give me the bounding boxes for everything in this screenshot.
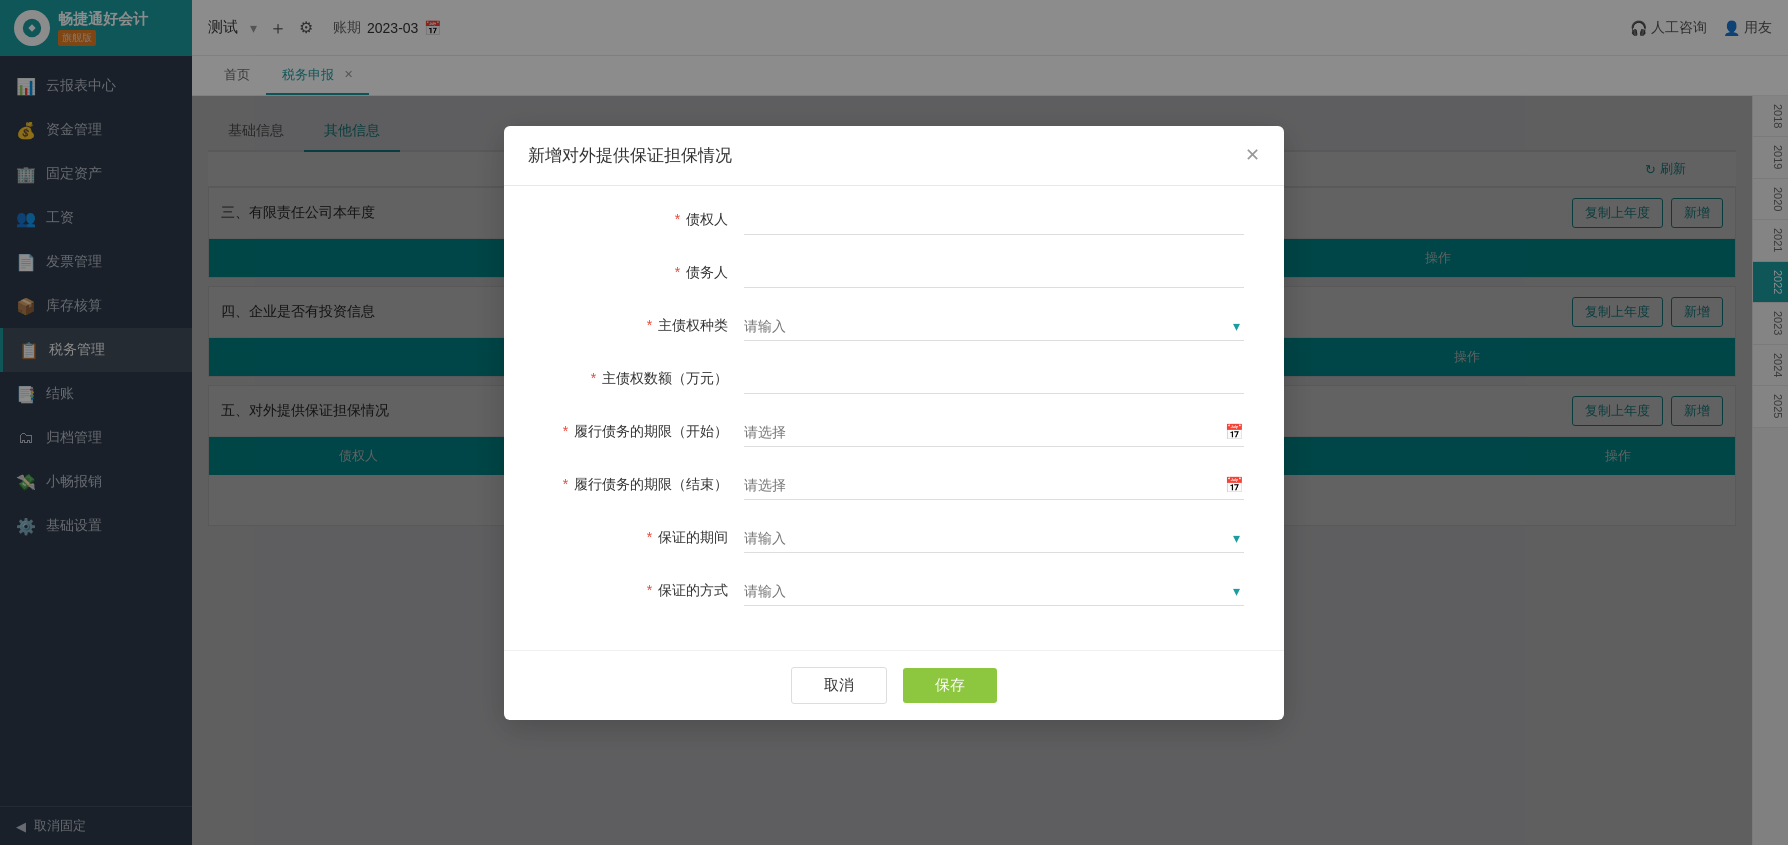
date-end-calendar-icon[interactable]: 📅 xyxy=(1225,476,1244,494)
modal-close-button[interactable]: ✕ xyxy=(1245,146,1260,164)
save-button[interactable]: 保存 xyxy=(903,668,997,703)
modal-footer: 取消 保存 xyxy=(504,650,1284,720)
form-row-guarantee-period: * 保证的期间 ▾ xyxy=(544,524,1244,553)
form-label-debt-end: * 履行债务的期限（结束） xyxy=(544,476,744,494)
form-label-debtor: * 债务人 xyxy=(544,264,744,282)
guarantee-period-input[interactable] xyxy=(744,524,1229,552)
form-label-guarantee-period: * 保证的期间 xyxy=(544,529,744,547)
form-input-wrap-creditor xyxy=(744,206,1244,235)
debt-type-input[interactable] xyxy=(744,312,1229,340)
debt-type-chevron-icon[interactable]: ▾ xyxy=(1229,318,1244,334)
form-row-debtor: * 债务人 xyxy=(544,259,1244,288)
debtor-input[interactable] xyxy=(744,259,1244,288)
form-row-debt-start: * 履行债务的期限（开始） 📅 xyxy=(544,418,1244,447)
debt-amount-input[interactable] xyxy=(744,365,1244,394)
cancel-button[interactable]: 取消 xyxy=(791,667,887,704)
form-date-wrap-start: 📅 xyxy=(744,418,1244,447)
form-input-wrap-debt-amount xyxy=(744,365,1244,394)
form-label-creditor: * 债权人 xyxy=(544,211,744,229)
modal: 新增对外提供保证担保情况 ✕ * 债权人 xyxy=(504,126,1284,720)
form-select-wrap-guarantee-period: ▾ xyxy=(744,524,1244,553)
guarantee-method-chevron-icon[interactable]: ▾ xyxy=(1229,583,1244,599)
form-row-debt-end: * 履行债务的期限（结束） 📅 xyxy=(544,471,1244,500)
form-row-creditor: * 债权人 xyxy=(544,206,1244,235)
modal-title: 新增对外提供保证担保情况 xyxy=(528,144,732,167)
guarantee-period-chevron-icon[interactable]: ▾ xyxy=(1229,530,1244,546)
modal-header: 新增对外提供保证担保情况 ✕ xyxy=(504,126,1284,186)
form-label-debt-type: * 主债权种类 xyxy=(544,317,744,335)
main-area: 测试 ▾ ＋ ⚙ 账期 2023-03 📅 🎧 人工咨询 👤 用友 xyxy=(192,0,1788,845)
debt-end-input[interactable] xyxy=(744,471,1225,499)
form-row-debt-type: * 主债权种类 ▾ xyxy=(544,312,1244,341)
form-row-debt-amount: * 主债权数额（万元） xyxy=(544,365,1244,394)
form-label-debt-amount: * 主债权数额（万元） xyxy=(544,370,744,388)
form-row-guarantee-method: * 保证的方式 ▾ xyxy=(544,577,1244,606)
form-input-wrap-debtor xyxy=(744,259,1244,288)
date-start-calendar-icon[interactable]: 📅 xyxy=(1225,423,1244,441)
guarantee-method-input[interactable] xyxy=(744,577,1229,605)
form-date-wrap-end: 📅 xyxy=(744,471,1244,500)
form-label-debt-start: * 履行债务的期限（开始） xyxy=(544,423,744,441)
modal-overlay: 新增对外提供保证担保情况 ✕ * 债权人 xyxy=(192,96,1788,845)
creditor-input[interactable] xyxy=(744,206,1244,235)
form-select-wrap-guarantee-method: ▾ xyxy=(744,577,1244,606)
form-select-wrap-debt-type: ▾ xyxy=(744,312,1244,341)
form-label-guarantee-method: * 保证的方式 xyxy=(544,582,744,600)
modal-body: * 债权人 * 债务人 xyxy=(504,186,1284,650)
debt-start-input[interactable] xyxy=(744,418,1225,446)
